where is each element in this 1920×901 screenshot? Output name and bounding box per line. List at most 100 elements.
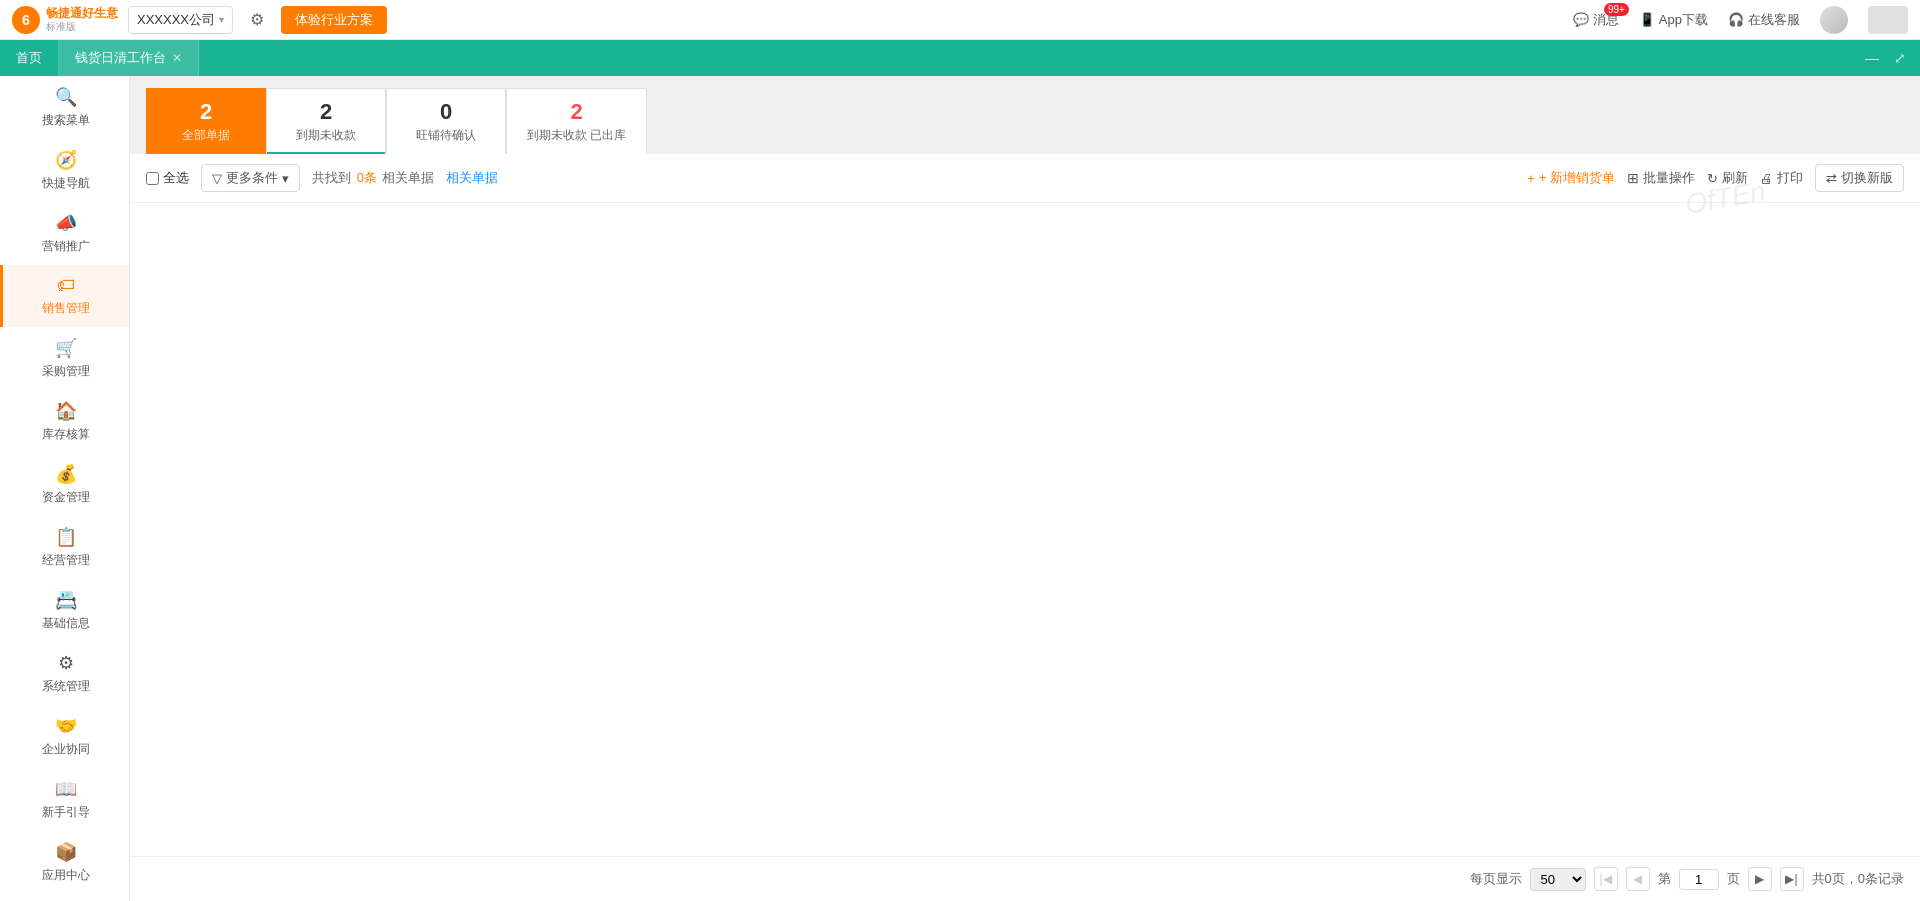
app-download-action[interactable]: 📱 App下载	[1639, 11, 1708, 29]
found-count: 0条	[357, 170, 377, 185]
sidebar-item-search[interactable]: 🔍 搜索菜单	[0, 76, 129, 139]
app-subtitle: 标准版	[46, 21, 118, 33]
content-area: 2 全部单据 2 到期未收款 0 旺铺待确认 2 到期未收款 已出库	[130, 76, 1920, 901]
header-right: 💬 消息 99+ 📱 App下载 🎧 在线客服	[1573, 6, 1908, 34]
sidebar-guide-label: 新手引导	[42, 804, 90, 821]
quicknav-icon: 🧭	[55, 149, 77, 171]
user-menu[interactable]	[1868, 6, 1908, 34]
sidebar-item-finance[interactable]: 💰 资金管理	[0, 453, 129, 516]
enterprise-icon: 🤝	[55, 715, 77, 737]
logo-icon: 6	[12, 6, 40, 34]
company-selector[interactable]: XXXXXX公司 ▾	[128, 6, 233, 34]
stat-tab-shipped[interactable]: 2 到期未收款 已出库	[506, 88, 647, 154]
batch-operation-button[interactable]: ⊞ 批量操作	[1627, 169, 1695, 187]
sidebar-inventory-label: 库存核算	[42, 426, 90, 443]
sidebar-item-system[interactable]: ⚙ 系统管理	[0, 642, 129, 705]
sidebar-baseinfo-label: 基础信息	[42, 615, 90, 632]
found-suffix: 相关单据	[382, 170, 434, 185]
message-action[interactable]: 💬 消息 99+	[1573, 11, 1619, 29]
stat-label-all: 全部单据	[167, 127, 245, 144]
page-label-2: 页	[1727, 870, 1740, 888]
message-badge: 99+	[1604, 3, 1629, 16]
stat-tab-all[interactable]: 2 全部单据	[146, 88, 266, 154]
add-sales-order-button[interactable]: + + 新增销货单	[1527, 169, 1615, 187]
switch-icon: ⇄	[1826, 171, 1837, 186]
select-all-checkbox[interactable]	[146, 172, 159, 185]
sidebar-item-guide[interactable]: 📖 新手引导	[0, 768, 129, 831]
select-all-checkbox-label[interactable]: 全选	[146, 169, 189, 187]
sidebar-item-operations[interactable]: 📋 经营管理	[0, 516, 129, 579]
related-orders-link[interactable]: 相关单据	[446, 169, 498, 187]
stat-label-overdue: 到期未收款	[287, 127, 365, 144]
table-content	[130, 203, 1920, 856]
sidebar-quicknav-label: 快捷导航	[42, 175, 90, 192]
stat-label-wangpu: 旺铺待确认	[407, 127, 485, 144]
sidebar-item-inventory[interactable]: 🏠 库存核算	[0, 390, 129, 453]
online-service-label: 在线客服	[1748, 11, 1800, 29]
experience-button[interactable]: 体验行业方案	[281, 6, 387, 34]
stat-count-shipped: 2	[527, 99, 626, 125]
sidebar-sales-label: 销售管理	[42, 300, 90, 317]
sidebar-item-wechat[interactable]: 💬 企业微信	[0, 894, 129, 901]
refresh-icon: ↻	[1707, 171, 1718, 186]
app-download-label: App下载	[1659, 11, 1708, 29]
header-left: 6 畅捷通好生意 标准版 XXXXXX公司 ▾ ⚙ 体验行业方案	[12, 6, 387, 34]
app-download-icon: 📱	[1639, 12, 1655, 27]
per-page-label: 每页显示	[1470, 870, 1522, 888]
top-header: 6 畅捷通好生意 标准版 XXXXXX公司 ▾ ⚙ 体验行业方案 💬 消息 99…	[0, 0, 1920, 40]
sidebar-item-purchase[interactable]: 🛒 采购管理	[0, 327, 129, 390]
stat-tab-overdue[interactable]: 2 到期未收款	[266, 88, 386, 154]
sidebar-search-label: 搜索菜单	[42, 112, 90, 129]
stat-label-shipped: 到期未收款 已出库	[527, 127, 626, 144]
sidebar-finance-label: 资金管理	[42, 489, 90, 506]
baseinfo-icon: 📇	[55, 589, 77, 611]
stats-tabs: 2 全部单据 2 到期未收款 0 旺铺待确认 2 到期未收款 已出库	[130, 76, 1920, 154]
avatar[interactable]	[1820, 6, 1848, 34]
add-label: + 新增销货单	[1539, 169, 1615, 187]
filter-label: 更多条件	[226, 169, 278, 187]
switch-version-button[interactable]: ⇄ 切换新版	[1815, 164, 1904, 192]
stat-tab-wangpu[interactable]: 0 旺铺待确认	[386, 88, 506, 154]
tab-home-label: 首页	[16, 49, 42, 67]
stat-indicator-all	[147, 152, 265, 154]
sidebar-item-baseinfo[interactable]: 📇 基础信息	[0, 579, 129, 642]
last-page-button[interactable]: ▶|	[1780, 867, 1804, 891]
prev-page-button[interactable]: ◀	[1626, 867, 1650, 891]
appstore-icon: 📦	[55, 841, 77, 863]
first-page-button[interactable]: |◀	[1594, 867, 1618, 891]
sidebar-item-enterprise[interactable]: 🤝 企业协同	[0, 705, 129, 768]
sidebar-system-label: 系统管理	[42, 678, 90, 695]
guide-icon: 📖	[55, 778, 77, 800]
print-button[interactable]: 🖨 打印	[1760, 169, 1803, 187]
sidebar-item-quicknav[interactable]: 🧭 快捷导航	[0, 139, 129, 202]
sidebar-item-appstore[interactable]: 📦 应用中心	[0, 831, 129, 894]
stat-count-wangpu: 0	[407, 99, 485, 125]
logo-text: 畅捷通好生意 标准版	[46, 6, 118, 32]
sidebar-item-sales[interactable]: 🏷 销售管理	[0, 265, 129, 327]
sidebar-item-marketing[interactable]: 📣 营销推广	[0, 202, 129, 265]
settings-button[interactable]: ⚙	[243, 6, 271, 34]
print-label: 打印	[1777, 169, 1803, 187]
avatar-image	[1820, 6, 1848, 34]
tab-expand-button[interactable]: ⤢	[1888, 46, 1912, 70]
filter-icon: ▽	[212, 171, 222, 186]
app-title: 畅捷通好生意	[46, 6, 118, 20]
logo-area: 6 畅捷通好生意 标准版	[12, 6, 118, 34]
refresh-label: 刷新	[1722, 169, 1748, 187]
next-page-button[interactable]: ▶	[1748, 867, 1772, 891]
tab-close-icon[interactable]: ✕	[172, 51, 182, 65]
toolbar-left: 全选 ▽ 更多条件 ▾ 共找到 0条 相关单据 相关单据	[146, 164, 1515, 192]
filter-button[interactable]: ▽ 更多条件 ▾	[201, 164, 300, 192]
tab-work-label: 钱货日清工作台	[75, 49, 166, 67]
online-service-action[interactable]: 🎧 在线客服	[1728, 11, 1800, 29]
tab-minimize-button[interactable]: —	[1860, 46, 1884, 70]
page-input[interactable]: 1	[1679, 869, 1719, 890]
refresh-button[interactable]: ↻ 刷新	[1707, 169, 1748, 187]
tab-home[interactable]: 首页	[0, 40, 59, 76]
per-page-select[interactable]: 50 100 200	[1530, 868, 1586, 891]
tab-work[interactable]: 钱货日清工作台 ✕	[59, 40, 199, 76]
message-icon: 💬	[1573, 12, 1589, 27]
headset-icon: 🎧	[1728, 12, 1744, 27]
system-icon: ⚙	[58, 652, 74, 674]
sales-icon: 🏷	[57, 275, 75, 296]
